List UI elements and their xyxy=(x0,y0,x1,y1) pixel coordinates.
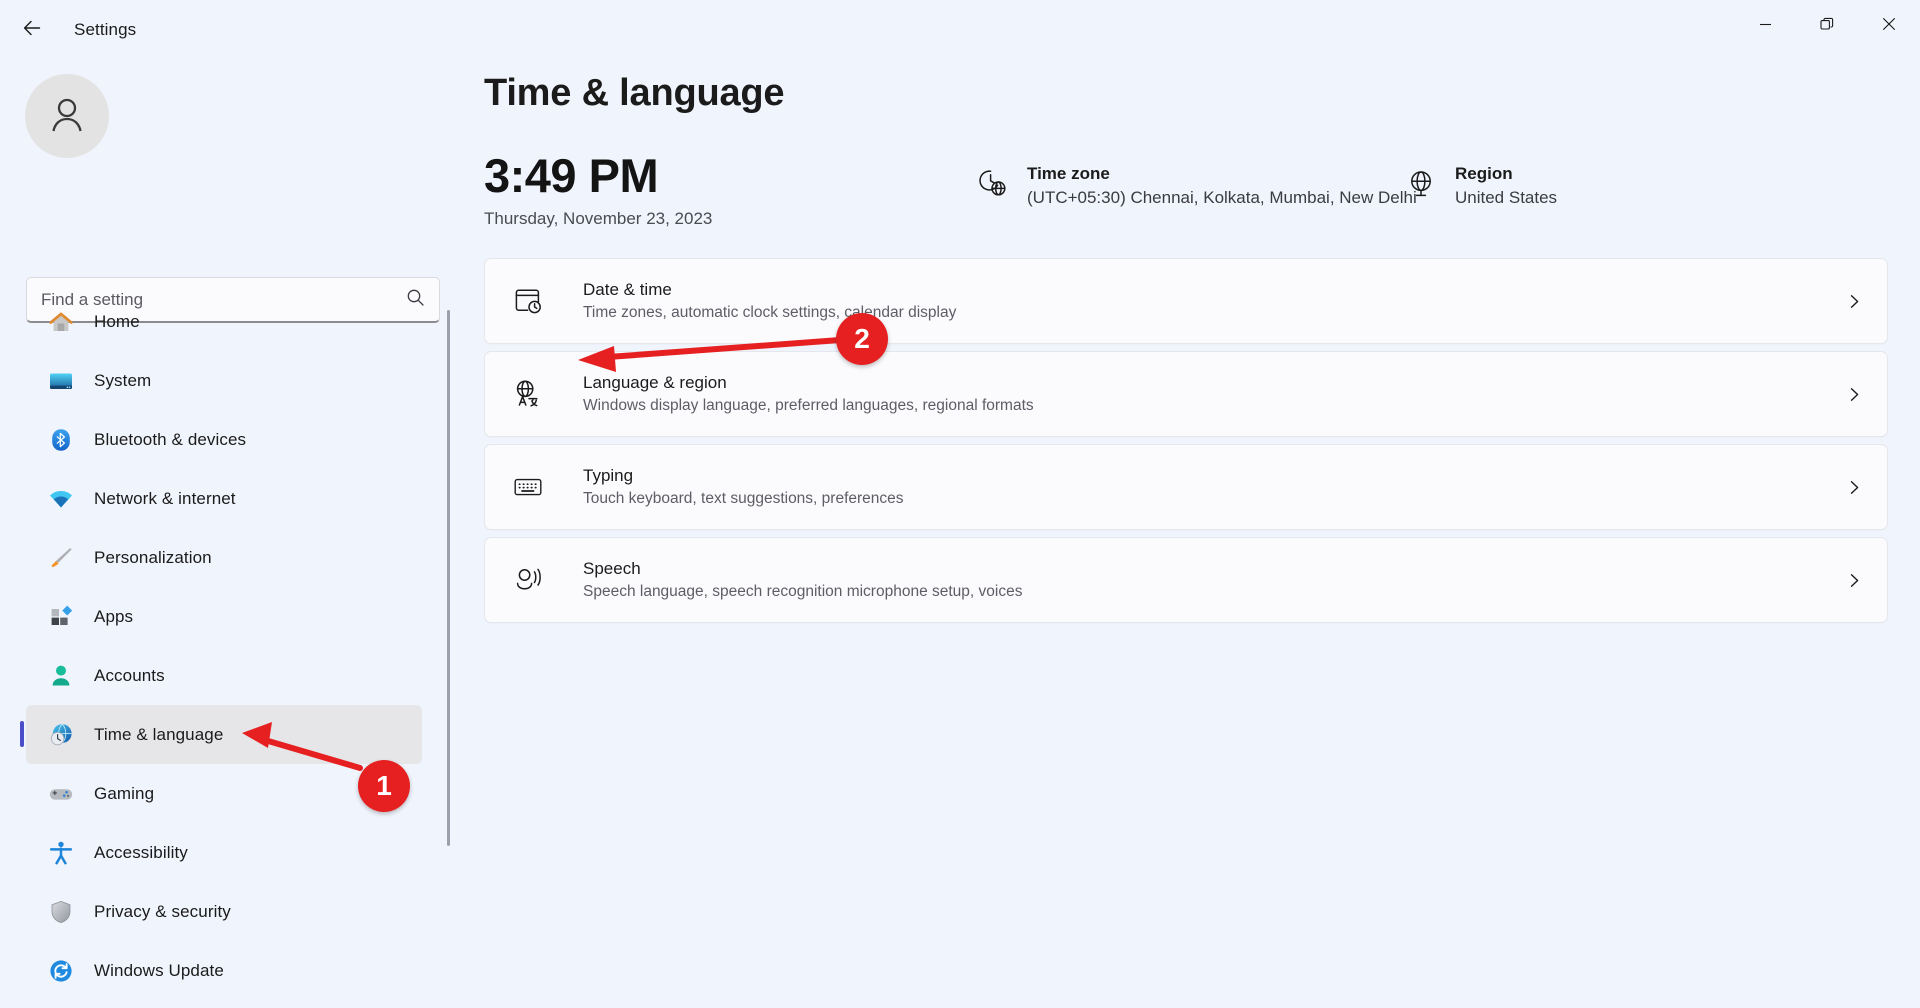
sidebar-scrollbar[interactable] xyxy=(447,310,450,846)
sidebar-item-home[interactable]: Home xyxy=(26,292,422,351)
brush-icon xyxy=(48,545,74,571)
region-value: United States xyxy=(1455,188,1558,207)
sidebar-item-personalization[interactable]: Personalization xyxy=(26,528,422,587)
sidebar-item-label: Time & language xyxy=(94,724,224,744)
time-zone-info: Time zone (UTC+05:30) Chennai, Kolkata, … xyxy=(976,162,1417,210)
chevron-right-icon xyxy=(1843,387,1865,402)
calendar-clock-icon xyxy=(511,284,545,318)
minimize-button[interactable] xyxy=(1734,0,1796,48)
card-title: Speech xyxy=(583,559,641,578)
speech-icon xyxy=(511,563,545,597)
sidebar-item-label: Apps xyxy=(94,606,134,626)
chevron-right-icon xyxy=(1843,294,1865,309)
main-content: Time & language 3:49 PM Thursday, Novemb… xyxy=(452,60,1920,1008)
back-arrow-icon xyxy=(21,17,43,44)
home-icon xyxy=(48,309,74,335)
sidebar-item-label: Accounts xyxy=(94,665,165,685)
gaming-icon xyxy=(48,781,74,807)
clock-globe-icon xyxy=(976,166,1010,200)
card-language-region[interactable]: Language & region Windows display langua… xyxy=(484,351,1888,437)
sidebar-item-network-internet[interactable]: Network & internet xyxy=(26,469,422,528)
apps-icon xyxy=(48,604,74,630)
card-title: Date & time xyxy=(583,280,672,299)
language-globe-icon xyxy=(511,377,545,411)
system-icon xyxy=(48,368,74,394)
sidebar-item-label: Personalization xyxy=(94,547,212,567)
maximize-icon xyxy=(1820,17,1834,30)
close-icon xyxy=(1883,18,1895,30)
page-title: Time & language xyxy=(484,72,785,114)
sidebar-item-label: Accessibility xyxy=(94,842,188,862)
globe-icon xyxy=(1404,166,1438,200)
bluetooth-icon xyxy=(48,427,74,453)
sidebar-item-label: Network & internet xyxy=(94,488,236,508)
annotation-badge-2: 2 xyxy=(836,313,888,365)
accounts-icon xyxy=(48,663,74,689)
chevron-right-icon xyxy=(1843,573,1865,588)
card-subtitle: Time zones, automatic clock settings, ca… xyxy=(583,304,957,321)
card-date-time[interactable]: Date & time Time zones, automatic clock … xyxy=(484,258,1888,344)
card-title: Language & region xyxy=(583,373,727,392)
minimize-icon xyxy=(1759,23,1771,25)
time-zone-title: Time zone xyxy=(1027,164,1110,183)
network-icon xyxy=(48,486,74,512)
sidebar-item-system[interactable]: System xyxy=(26,351,422,410)
card-typing[interactable]: Typing Touch keyboard, text suggestions,… xyxy=(484,444,1888,530)
sidebar-item-label: Privacy & security xyxy=(94,901,231,921)
card-subtitle: Speech language, speech recognition micr… xyxy=(583,583,1023,600)
sidebar-item-privacy-security[interactable]: Privacy & security xyxy=(26,882,422,941)
avatar[interactable] xyxy=(25,74,109,158)
card-subtitle: Touch keyboard, text suggestions, prefer… xyxy=(583,490,904,507)
sidebar-nav: Home System Bluetooth & devices Network … xyxy=(0,292,452,1008)
sidebar-item-bluetooth-devices[interactable]: Bluetooth & devices xyxy=(26,410,422,469)
sidebar-item-label: Gaming xyxy=(94,783,155,803)
title-bar: Settings xyxy=(0,0,1920,60)
card-speech[interactable]: Speech Speech language, speech recogniti… xyxy=(484,537,1888,623)
sidebar-item-label: System xyxy=(94,370,152,390)
time-zone-value: (UTC+05:30) Chennai, Kolkata, Mumbai, Ne… xyxy=(1027,188,1417,207)
sidebar: Home System xyxy=(0,60,452,1008)
sidebar-item-windows-update[interactable]: Windows Update xyxy=(26,941,422,1000)
maximize-button[interactable] xyxy=(1796,0,1858,48)
user-avatar-icon xyxy=(44,91,90,142)
app-title: Settings xyxy=(74,20,137,39)
current-time: 3:49 PM xyxy=(484,149,659,202)
sidebar-item-accessibility[interactable]: Accessibility xyxy=(26,823,422,882)
settings-card-list: Date & time Time zones, automatic clock … xyxy=(484,258,1888,630)
card-subtitle: Windows display language, preferred lang… xyxy=(583,397,1034,414)
sidebar-item-time-language[interactable]: Time & language xyxy=(20,705,422,764)
chevron-right-icon xyxy=(1843,480,1865,495)
region-title: Region xyxy=(1455,164,1513,183)
sidebar-item-apps[interactable]: Apps xyxy=(26,587,422,646)
region-info: Region United States xyxy=(1404,162,1557,210)
card-title: Typing xyxy=(583,466,634,485)
sidebar-item-label: Home xyxy=(94,311,140,331)
sidebar-item-label: Bluetooth & devices xyxy=(94,429,247,449)
current-date: Thursday, November 23, 2023 xyxy=(484,209,713,228)
sidebar-item-accounts[interactable]: Accounts xyxy=(26,646,422,705)
time-language-icon xyxy=(48,722,74,748)
sidebar-item-label: Windows Update xyxy=(94,960,224,980)
shield-icon xyxy=(48,899,74,925)
window-controls xyxy=(1734,0,1920,60)
back-button[interactable] xyxy=(12,10,52,50)
close-button[interactable] xyxy=(1858,0,1920,48)
annotation-badge-1: 1 xyxy=(358,760,410,812)
accessibility-icon xyxy=(48,840,74,866)
update-icon xyxy=(48,958,74,984)
keyboard-icon xyxy=(511,470,545,504)
